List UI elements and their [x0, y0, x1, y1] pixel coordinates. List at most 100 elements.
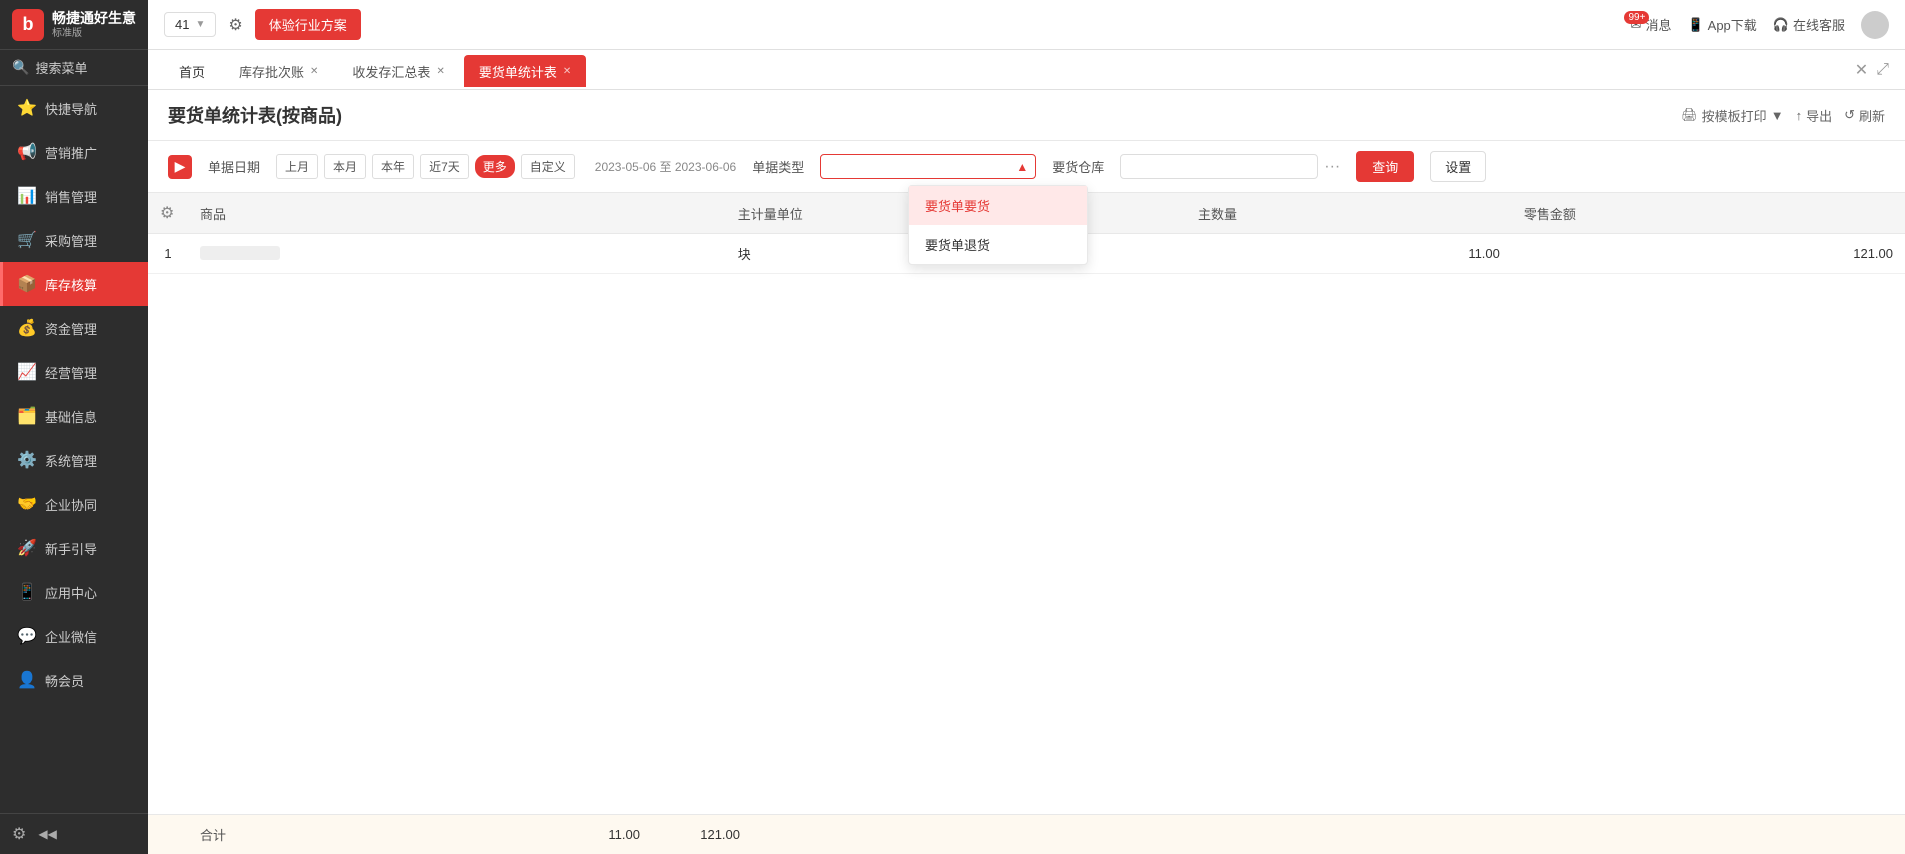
tab-maximize-icon[interactable]: ⤢	[1876, 61, 1889, 79]
refresh-action[interactable]: ↺ 刷新	[1844, 106, 1885, 125]
sidebar-item-sales[interactable]: 📊 销售管理	[0, 174, 148, 218]
tab-batch[interactable]: 库存批次账 ✕	[224, 55, 333, 87]
sidebar-item-purchase[interactable]: 🛒 采购管理	[0, 218, 148, 262]
tab-collect-label: 收发存汇总表	[352, 62, 430, 81]
user-avatar[interactable]	[1861, 11, 1889, 39]
shortcut-icon: ⭐	[17, 98, 37, 118]
print-icon: 🖨	[1681, 107, 1698, 123]
print-label: 按模板打印	[1702, 106, 1767, 125]
sidebar-item-marketing[interactable]: 📢 营销推广	[0, 130, 148, 174]
sidebar-item-member[interactable]: 👤 畅会员	[0, 658, 148, 702]
type-select-input[interactable]	[820, 154, 1036, 179]
tab-order-label: 要货单统计表	[479, 62, 557, 81]
date-range-display: 2023-05-06 至 2023-06-06	[595, 158, 736, 175]
search-icon: 🔍	[12, 59, 29, 76]
dropdown-item-order-return[interactable]: 要货单退货	[909, 225, 1087, 264]
page-title: 要货单统计表(按商品)	[168, 102, 342, 128]
sidebar-item-wechat[interactable]: 💬 企业微信	[0, 614, 148, 658]
refresh-label: 刷新	[1859, 106, 1885, 125]
app-download-label: App下载	[1708, 15, 1757, 34]
app-download-item[interactable]: 📱 App下载	[1687, 15, 1756, 34]
column-settings-icon[interactable]: ⚙	[160, 205, 174, 222]
sidebar-item-finance[interactable]: 💰 资金管理	[0, 306, 148, 350]
footer-amount: 121.00	[640, 827, 740, 842]
page-actions: 🖨 按模板打印 ▼ ↑ 导出 ↺ 刷新	[1681, 106, 1885, 125]
date-btn-last-month[interactable]: 上月	[276, 154, 318, 179]
date-buttons: 上月 本月 本年 近7天 更多 自定义	[276, 154, 575, 179]
member-label: 畅会员	[45, 671, 84, 690]
operation-label: 经营管理	[45, 363, 97, 382]
dropdown-item-order-goods[interactable]: 要货单要货	[909, 186, 1087, 225]
online-service-item[interactable]: 🎧 在线客服	[1773, 15, 1845, 34]
marketing-icon: 📢	[17, 142, 37, 162]
date-btn-this-year[interactable]: 本年	[372, 154, 414, 179]
system-label: 系统管理	[45, 451, 97, 470]
logo-area: b 畅捷通好生意 标准版	[0, 0, 148, 50]
sales-label: 销售管理	[45, 187, 97, 206]
footer-row: 合计 11.00 121.00	[148, 815, 1905, 854]
filter-row: ▶ 单据日期 上月 本月 本年 近7天 更多 自定义 2023-05-06 至 …	[168, 151, 1885, 182]
search-label: 搜索菜单	[35, 58, 87, 77]
tab-collect[interactable]: 收发存汇总表 ✕	[337, 55, 459, 87]
app-name-main: 畅捷通好生意	[52, 9, 136, 27]
messages-item[interactable]: ✉ 99+ 消息	[1631, 15, 1672, 34]
date-btn-custom[interactable]: 自定义	[521, 154, 575, 179]
filter-bar: ▶ 单据日期 上月 本月 本年 近7天 更多 自定义 2023-05-06 至 …	[148, 141, 1905, 193]
tab-collect-close-icon[interactable]: ✕	[436, 66, 444, 77]
purchase-icon: 🛒	[17, 230, 37, 250]
enterprise-icon: 🤝	[17, 494, 37, 514]
warehouse-more-icon[interactable]: ···	[1324, 158, 1340, 176]
col-product: 商品	[188, 193, 726, 234]
tab-home[interactable]: 首页	[164, 55, 220, 87]
topbar-settings-icon[interactable]: ⚙	[228, 15, 242, 35]
col-amount: 零售金额	[1512, 193, 1905, 234]
tab-order-close-icon[interactable]: ✕	[563, 66, 571, 77]
sidebar-item-operation[interactable]: 📈 经营管理	[0, 350, 148, 394]
sidebar-item-inventory[interactable]: 📦 库存核算	[0, 262, 148, 306]
cell-product	[188, 234, 726, 274]
warehouse-input[interactable]	[1120, 154, 1318, 179]
basic-label: 基础信息	[45, 407, 97, 426]
date-btn-this-month[interactable]: 本月	[324, 154, 366, 179]
sidebar-item-enterprise[interactable]: 🤝 企业协同	[0, 482, 148, 526]
refresh-icon: ↺	[1844, 107, 1855, 123]
cell-amount: 121.00	[1512, 234, 1905, 274]
sidebar-item-search[interactable]: 🔍 搜索菜单	[0, 50, 148, 86]
tab-close-all-icon[interactable]: ✕	[1855, 60, 1868, 80]
product-placeholder	[200, 246, 280, 260]
print-action[interactable]: 🖨 按模板打印 ▼	[1681, 106, 1783, 125]
messages-badge: 99+	[1624, 11, 1649, 24]
export-action[interactable]: ↑ 导出	[1796, 106, 1833, 125]
page-area: 要货单统计表(按商品) 🖨 按模板打印 ▼ ↑ 导出 ↺ 刷新	[148, 90, 1905, 854]
filter-settings-button[interactable]: 设置	[1430, 151, 1486, 182]
main-content: 41 ▼ ⚙ 体验行业方案 ✉ 99+ 消息 📱 App下载 🎧 在线客服	[148, 0, 1905, 854]
footer-qty: 11.00	[540, 827, 640, 842]
cell-qty: 11.00	[1186, 234, 1512, 274]
filter-expand-button[interactable]: ▶	[168, 155, 192, 179]
tab-order[interactable]: 要货单统计表 ✕	[464, 55, 586, 87]
messages-label: 消息	[1645, 15, 1671, 34]
date-btn-7days[interactable]: 近7天	[420, 154, 469, 179]
logo-icon: b	[12, 9, 44, 41]
sidebar-nav: ⭐ 快捷导航 📢 营销推广 📊 销售管理 🛒 采购管理 📦 库存核算 💰 资金管…	[0, 86, 148, 813]
print-arrow-icon: ▼	[1771, 108, 1784, 123]
date-btn-more[interactable]: 更多	[475, 155, 515, 178]
topbar-right: ✉ 99+ 消息 📱 App下载 🎧 在线客服	[1631, 11, 1889, 39]
query-button[interactable]: 查询	[1356, 151, 1414, 182]
sidebar-item-basic[interactable]: 🗂️ 基础信息	[0, 394, 148, 438]
col-qty: 主数量	[1186, 193, 1512, 234]
sidebar-item-shortcut[interactable]: ⭐ 快捷导航	[0, 86, 148, 130]
tab-close-all: ✕ ⤢	[1855, 60, 1889, 80]
export-icon: ↑	[1796, 108, 1803, 123]
marketing-label: 营销推广	[45, 143, 97, 162]
basic-icon: 🗂️	[17, 406, 37, 426]
settings-footer-icon[interactable]: ⚙	[12, 824, 26, 844]
sidebar-item-guide[interactable]: 🚀 新手引导	[0, 526, 148, 570]
sidebar-item-system[interactable]: ⚙️ 系统管理	[0, 438, 148, 482]
trial-button[interactable]: 体验行业方案	[255, 9, 361, 40]
online-service-label: 在线客服	[1793, 15, 1845, 34]
sidebar-item-appcenter[interactable]: 📱 应用中心	[0, 570, 148, 614]
company-selector[interactable]: 41 ▼	[164, 12, 216, 37]
collapse-icon[interactable]: ◀◀	[38, 827, 56, 841]
tab-batch-close-icon[interactable]: ✕	[310, 66, 318, 77]
